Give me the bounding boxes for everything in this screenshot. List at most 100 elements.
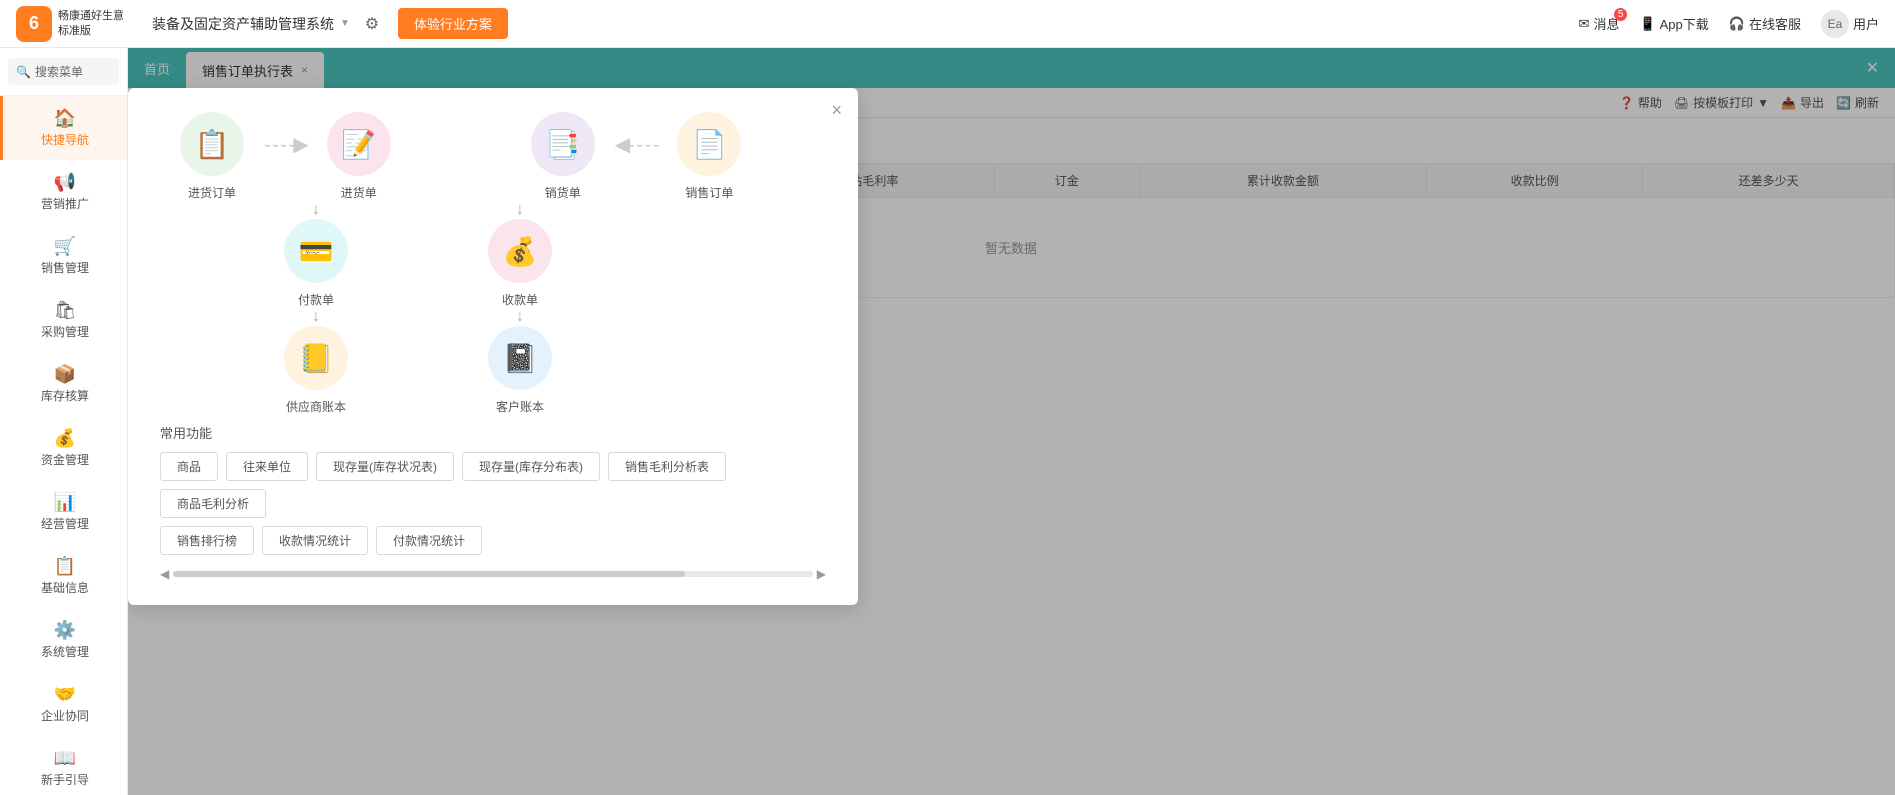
customer-ledger-label: 客户账本 xyxy=(496,398,544,415)
flow-node-purchase-order[interactable]: 📋 进货订单 xyxy=(180,112,244,201)
popup-dialog: × 📋 进货订单 xyxy=(128,88,858,605)
flow-node-receipt-bill[interactable]: 💰 收款单 xyxy=(488,219,552,308)
func-btn-goods[interactable]: 商品 xyxy=(160,452,218,481)
top-bar: 6 畅康通好生意 标准版 装备及固定资产辅助管理系统 ▼ ⚙ 体验行业方案 ✉ … xyxy=(0,0,1895,48)
purchase-order-label: 进货订单 xyxy=(188,184,236,201)
arrow-down-receipt: ↓ xyxy=(468,308,572,326)
top-bar-right: ✉ 消息 5 📱 App下载 🎧 在线客服 Ea 用户 xyxy=(1579,10,1879,38)
flow-top-row: 📋 进货订单 - - - -▶ 📝 xyxy=(160,112,761,201)
sidebar-menu: 🏠 快捷导航 📢 营销推广 🛒 销售管理 🛍 采购管理 📦 库存核 xyxy=(0,96,127,795)
guide-icon: 📖 xyxy=(54,748,76,769)
flow-node-purchase-bill[interactable]: 📝 进货单 xyxy=(327,112,391,201)
flow-node-sales-bill[interactable]: 📑 销货单 xyxy=(531,112,595,201)
sidebar-item-inventory[interactable]: 📦 库存核算 xyxy=(0,352,127,416)
popup-scrollbar[interactable]: ◀ ▶ xyxy=(160,567,826,581)
sales-order-circle: 📄 xyxy=(677,112,741,176)
quick-nav-icon: 🏠 xyxy=(54,108,76,129)
service-icon: 🎧 xyxy=(1729,16,1745,32)
download-icon: 📱 xyxy=(1639,16,1655,32)
sidebar-item-corp[interactable]: 🤝 企业协同 xyxy=(0,672,127,736)
flow-bottom-row: 📒 供应商账本 📓 客户账本 xyxy=(160,326,572,415)
sidebar-item-marketing[interactable]: 📢 营销推广 xyxy=(0,160,127,224)
func-buttons-row2: 销售排行榜 收款情况统计 付款情况统计 xyxy=(160,526,826,555)
sidebar-item-guide[interactable]: 📖 新手引导 xyxy=(0,736,127,795)
sales-bill-circle: 📑 xyxy=(531,112,595,176)
sidebar-item-quick-nav[interactable]: 🏠 快捷导航 xyxy=(0,96,127,160)
system-icon: ⚙️ xyxy=(54,620,76,641)
supplier-ledger-circle: 📒 xyxy=(284,326,348,390)
common-func-title: 常用功能 xyxy=(160,423,826,442)
func-btn-receipt-stat[interactable]: 收款情况统计 xyxy=(262,526,368,555)
sidebar-item-finance[interactable]: 💰 资金管理 xyxy=(0,416,127,480)
flow-middle-row: 💳 付款单 💰 收款单 xyxy=(160,219,572,308)
func-btn-stock-status[interactable]: 现存量(库存状况表) xyxy=(316,452,454,481)
supplier-ledger-label: 供应商账本 xyxy=(286,398,346,415)
common-func-section: 常用功能 商品 往来单位 现存量(库存状况表) 现存量(库存分布表) 销售毛利分… xyxy=(160,423,826,555)
flow-node-supplier-ledger[interactable]: 📒 供应商账本 xyxy=(284,326,348,415)
sales-bill-icon: 📑 xyxy=(545,128,580,161)
sales-order-label: 销售订单 xyxy=(685,184,733,201)
scroll-right-arrow[interactable]: ▶ xyxy=(817,567,826,581)
app-download-button[interactable]: 📱 App下载 xyxy=(1639,14,1708,33)
sidebar-search: 🔍 搜索菜单 xyxy=(0,48,127,96)
sales-order-icon: 📄 xyxy=(692,128,727,161)
system-title: 装备及固定资产辅助管理系统 ▼ xyxy=(152,14,350,34)
settings-icon[interactable]: ⚙ xyxy=(358,10,386,38)
func-btn-partner[interactable]: 往来单位 xyxy=(226,452,308,481)
user-menu[interactable]: Ea 用户 xyxy=(1821,10,1879,38)
flow-node-customer-ledger[interactable]: 📓 客户账本 xyxy=(488,326,552,415)
supplier-ledger-icon: 📒 xyxy=(299,342,334,375)
func-btn-payment-stat[interactable]: 付款情况统计 xyxy=(376,526,482,555)
scroll-left-arrow[interactable]: ◀ xyxy=(160,567,169,581)
message-button[interactable]: ✉ 消息 5 xyxy=(1579,14,1620,33)
arrow-down-purchase: ↓ xyxy=(264,201,368,219)
sidebar: 🔍 搜索菜单 🏠 快捷导航 📢 营销推广 🛒 销售管理 🛍 xyxy=(0,48,128,795)
sales-icon: 🛒 xyxy=(54,236,76,257)
inventory-icon: 📦 xyxy=(54,364,76,385)
flow-node-sales-order[interactable]: 📄 销售订单 xyxy=(677,112,741,201)
corp-icon: 🤝 xyxy=(54,684,76,705)
content-area: 首页 销售订单执行表 × ✕ ❓ 帮助 🖨 按模板打印 xyxy=(128,48,1895,795)
marketing-icon: 📢 xyxy=(54,172,76,193)
app-wrapper: 6 畅康通好生意 标准版 装备及固定资产辅助管理系统 ▼ ⚙ 体验行业方案 ✉ … xyxy=(0,0,1895,795)
purchase-bill-circle: 📝 xyxy=(327,112,391,176)
flow-node-payment-bill[interactable]: 💳 付款单 xyxy=(284,219,348,308)
sidebar-item-operations[interactable]: 📊 经营管理 xyxy=(0,480,127,544)
purchase-order-circle: 📋 xyxy=(180,112,244,176)
func-btn-sales-profit[interactable]: 销售毛利分析表 xyxy=(608,452,726,481)
sidebar-item-purchase[interactable]: 🛍 采购管理 xyxy=(0,288,127,352)
trial-button[interactable]: 体验行业方案 xyxy=(398,8,508,39)
arrow-right-1: - - - -▶ xyxy=(264,132,307,157)
func-btn-goods-profit[interactable]: 商品毛利分析 xyxy=(160,489,266,518)
receipt-bill-label: 收款单 xyxy=(502,291,538,308)
logo-area: 6 畅康通好生意 标准版 xyxy=(16,6,144,42)
scroll-thumb xyxy=(173,571,685,577)
search-menu-button[interactable]: 🔍 搜索菜单 xyxy=(8,58,119,85)
avatar: Ea xyxy=(1821,10,1849,38)
logo-text: 畅康通好生意 标准版 xyxy=(58,9,124,38)
func-buttons-row1: 商品 往来单位 现存量(库存状况表) 现存量(库存分布表) 销售毛利分析表 商品… xyxy=(160,452,826,518)
payment-bill-label: 付款单 xyxy=(298,291,334,308)
message-icon: ✉ xyxy=(1579,16,1590,32)
finance-icon: 💰 xyxy=(54,428,76,449)
sidebar-item-system[interactable]: ⚙️ 系统管理 xyxy=(0,608,127,672)
system-dropdown-arrow[interactable]: ▼ xyxy=(340,18,350,29)
func-btn-stock-dist[interactable]: 现存量(库存分布表) xyxy=(462,452,600,481)
sidebar-item-sales[interactable]: 🛒 销售管理 xyxy=(0,224,127,288)
purchase-order-icon: 📋 xyxy=(195,128,230,161)
receipt-bill-circle: 💰 xyxy=(488,219,552,283)
func-btn-sales-rank[interactable]: 销售排行榜 xyxy=(160,526,254,555)
arrow-left-1: ◀- - - - xyxy=(615,132,658,157)
sidebar-item-base[interactable]: 📋 基础信息 xyxy=(0,544,127,608)
arrow-down-sales: ↓ xyxy=(468,201,572,219)
search-icon: 🔍 xyxy=(16,65,31,79)
base-icon: 📋 xyxy=(54,556,76,577)
flow-arrows-row: ↓ ↓ xyxy=(160,201,572,219)
payment-bill-circle: 💳 xyxy=(284,219,348,283)
flow-diagram: 📋 进货订单 - - - -▶ 📝 xyxy=(160,112,826,415)
arrow-down-payment: ↓ xyxy=(264,308,368,326)
flow-arrows-row-2: ↓ ↓ xyxy=(160,308,572,326)
online-service-button[interactable]: 🎧 在线客服 xyxy=(1729,14,1801,33)
popup-close-button[interactable]: × xyxy=(831,100,842,121)
main-area: 🔍 搜索菜单 🏠 快捷导航 📢 营销推广 🛒 销售管理 🛍 xyxy=(0,48,1895,795)
